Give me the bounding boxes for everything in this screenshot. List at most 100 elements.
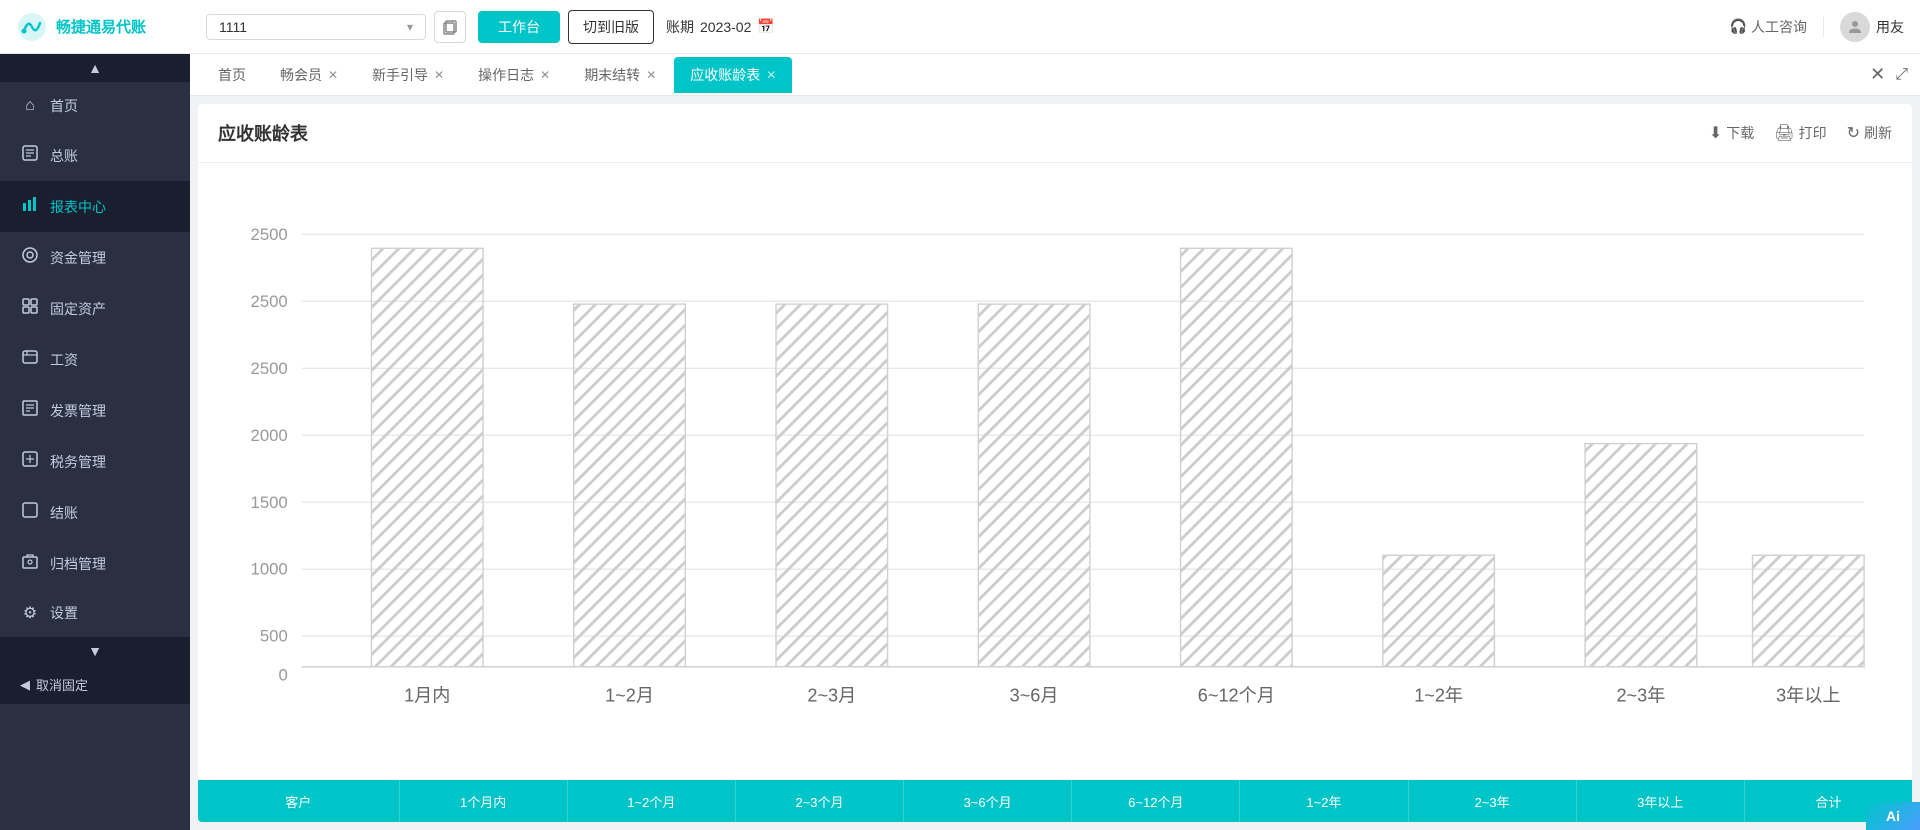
- header-right: 🎧 人工咨询 用友: [1730, 12, 1904, 42]
- table-col-3-6m: 3~6个月: [904, 780, 1072, 822]
- sidebar-item-label: 发票管理: [50, 401, 106, 421]
- tab-member[interactable]: 畅会员 ✕: [264, 57, 354, 93]
- sidebar-item-checkout[interactable]: 结账: [0, 487, 190, 538]
- sidebar-item-tax[interactable]: 税务管理: [0, 436, 190, 487]
- tab-aging[interactable]: 应收账龄表 ✕: [674, 57, 792, 93]
- period-label: 账期: [666, 17, 694, 37]
- expand-tab-button[interactable]: ⤢: [1895, 66, 1908, 84]
- company-selector[interactable]: 1111 ▾: [206, 14, 426, 40]
- sidebar-item-settings[interactable]: ⚙ 设置: [0, 589, 190, 637]
- svg-text:3年以上: 3年以上: [1776, 686, 1840, 706]
- tab-close-icon[interactable]: ✕: [434, 68, 444, 82]
- refresh-label: 刷新: [1864, 123, 1892, 143]
- table-col-2-3m: 2~3个月: [736, 780, 904, 822]
- tab-period-end[interactable]: 期末结转 ✕: [568, 57, 672, 93]
- consult-label: 人工咨询: [1751, 17, 1807, 37]
- sidebar-item-label: 归档管理: [50, 554, 106, 574]
- cancel-fixed-button[interactable]: ◀ 取消固定: [0, 665, 190, 704]
- col-header-1-2y: 1~2年: [1306, 792, 1341, 811]
- sidebar-item-label: 总账: [50, 146, 78, 166]
- sidebar-item-funds[interactable]: 资金管理: [0, 232, 190, 283]
- col-header-6-12m: 6~12个月: [1128, 792, 1183, 811]
- sidebar-item-archive[interactable]: 归档管理: [0, 538, 190, 589]
- tab-close-icon[interactable]: ✕: [540, 68, 550, 82]
- sidebar-item-label: 首页: [50, 96, 78, 116]
- consult-button[interactable]: 🎧 人工咨询: [1730, 17, 1807, 37]
- switch-version-button[interactable]: 切到旧版: [568, 10, 654, 44]
- assets-icon: [20, 297, 40, 320]
- svg-text:1~2年: 1~2年: [1414, 686, 1463, 706]
- tab-label: 操作日志: [478, 65, 534, 85]
- print-label: 打印: [1799, 123, 1827, 143]
- sidebar-item-label: 报表中心: [50, 197, 106, 217]
- col-header-3y-plus: 3年以上: [1637, 792, 1683, 811]
- sidebar-item-ledger[interactable]: 总账: [0, 130, 190, 181]
- top-header: 畅捷通易代账 1111 ▾ 工作台 切到旧版 账期 2023-02 📅 🎧 人工…: [0, 0, 1920, 54]
- header-divider: [1823, 17, 1824, 37]
- tab-label: 首页: [218, 65, 246, 85]
- page-actions: ⬇ 下载 🖨 打印 ↻ 刷新: [1709, 123, 1892, 143]
- close-all-tabs-button[interactable]: ✕: [1870, 64, 1885, 85]
- logo-area: 畅捷通易代账: [16, 11, 206, 43]
- calendar-icon[interactable]: 📅: [757, 18, 774, 35]
- tab-oplog[interactable]: 操作日志 ✕: [462, 57, 566, 93]
- print-button[interactable]: 🖨 打印: [1774, 123, 1826, 143]
- table-col-3y-plus: 3年以上: [1577, 780, 1745, 822]
- copy-button[interactable]: [434, 11, 466, 43]
- svg-text:1500: 1500: [251, 493, 288, 512]
- col-header-total: 合计: [1815, 792, 1841, 811]
- sidebar-scroll-down[interactable]: ▼: [0, 637, 190, 665]
- home-icon: ⌂: [20, 97, 40, 115]
- headset-icon: 🎧: [1730, 18, 1747, 35]
- page-content: 应收账龄表 ⬇ 下载 🖨 打印 ↻ 刷新: [198, 104, 1912, 822]
- svg-text:2~3年: 2~3年: [1616, 686, 1665, 706]
- sidebar-scroll-up[interactable]: ▲: [0, 54, 190, 82]
- logo-icon: [16, 11, 48, 43]
- svg-text:0: 0: [278, 666, 287, 685]
- download-icon: ⬇: [1709, 123, 1722, 143]
- table-col-1-2y: 1~2年: [1240, 780, 1408, 822]
- svg-text:500: 500: [260, 627, 288, 646]
- tab-label: 期末结转: [584, 65, 640, 85]
- refresh-button[interactable]: ↻ 刷新: [1847, 123, 1892, 143]
- ai-label: Ai: [1886, 808, 1900, 824]
- col-header-customer: 客户: [285, 792, 311, 811]
- col-header-1m: 1个月内: [460, 792, 506, 811]
- svg-text:1月内: 1月内: [404, 686, 450, 706]
- tab-close-icon[interactable]: ✕: [328, 68, 338, 82]
- tab-guide[interactable]: 新手引导 ✕: [356, 57, 460, 93]
- tab-close-icon[interactable]: ✕: [646, 68, 656, 82]
- invoice-icon: [20, 399, 40, 422]
- sidebar-item-label: 设置: [50, 603, 78, 623]
- sidebar-item-label: 结账: [50, 503, 78, 523]
- col-header-3-6m: 3~6个月: [964, 792, 1012, 811]
- reports-icon: [20, 195, 40, 218]
- user-avatar-icon: [1846, 18, 1864, 36]
- user-name: 用友: [1876, 17, 1904, 37]
- table-col-1m: 1个月内: [400, 780, 568, 822]
- sidebar-item-payroll[interactable]: 工资: [0, 334, 190, 385]
- sidebar-item-reports[interactable]: 报表中心: [0, 181, 190, 232]
- col-header-2-3y: 2~3年: [1475, 792, 1510, 811]
- svg-text:3~6月: 3~6月: [1010, 686, 1059, 706]
- col-header-1-2m: 1~2个月: [627, 792, 675, 811]
- ai-badge[interactable]: Ai: [1866, 802, 1920, 830]
- svg-text:2500: 2500: [251, 225, 288, 244]
- workbench-button[interactable]: 工作台: [478, 11, 560, 43]
- cancel-fixed-label: 取消固定: [36, 675, 88, 694]
- sidebar-item-invoice[interactable]: 发票管理: [0, 385, 190, 436]
- sidebar-item-label: 固定资产: [50, 299, 106, 319]
- chart-container: 2500 2500 2500 2000 1500 1000 500 0: [198, 163, 1912, 780]
- table-header: 客户 1个月内 1~2个月 2~3个月 3~6个月 6~12个月: [198, 780, 1912, 822]
- page-header: 应收账龄表 ⬇ 下载 🖨 打印 ↻ 刷新: [198, 104, 1912, 163]
- checkout-icon: [20, 501, 40, 524]
- tab-bar: 首页 畅会员 ✕ 新手引导 ✕ 操作日志 ✕ 期末结转 ✕ 应收账龄表 ✕: [190, 54, 1920, 96]
- tab-close-icon[interactable]: ✕: [766, 68, 776, 82]
- sidebar-item-home[interactable]: ⌂ 首页: [0, 82, 190, 130]
- sidebar-item-assets[interactable]: 固定资产: [0, 283, 190, 334]
- download-button[interactable]: ⬇ 下载: [1709, 123, 1754, 143]
- sidebar-item-label: 税务管理: [50, 452, 106, 472]
- tab-home[interactable]: 首页: [202, 57, 262, 93]
- user-area[interactable]: 用友: [1840, 12, 1904, 42]
- content-area: 首页 畅会员 ✕ 新手引导 ✕ 操作日志 ✕ 期末结转 ✕ 应收账龄表 ✕: [190, 54, 1920, 830]
